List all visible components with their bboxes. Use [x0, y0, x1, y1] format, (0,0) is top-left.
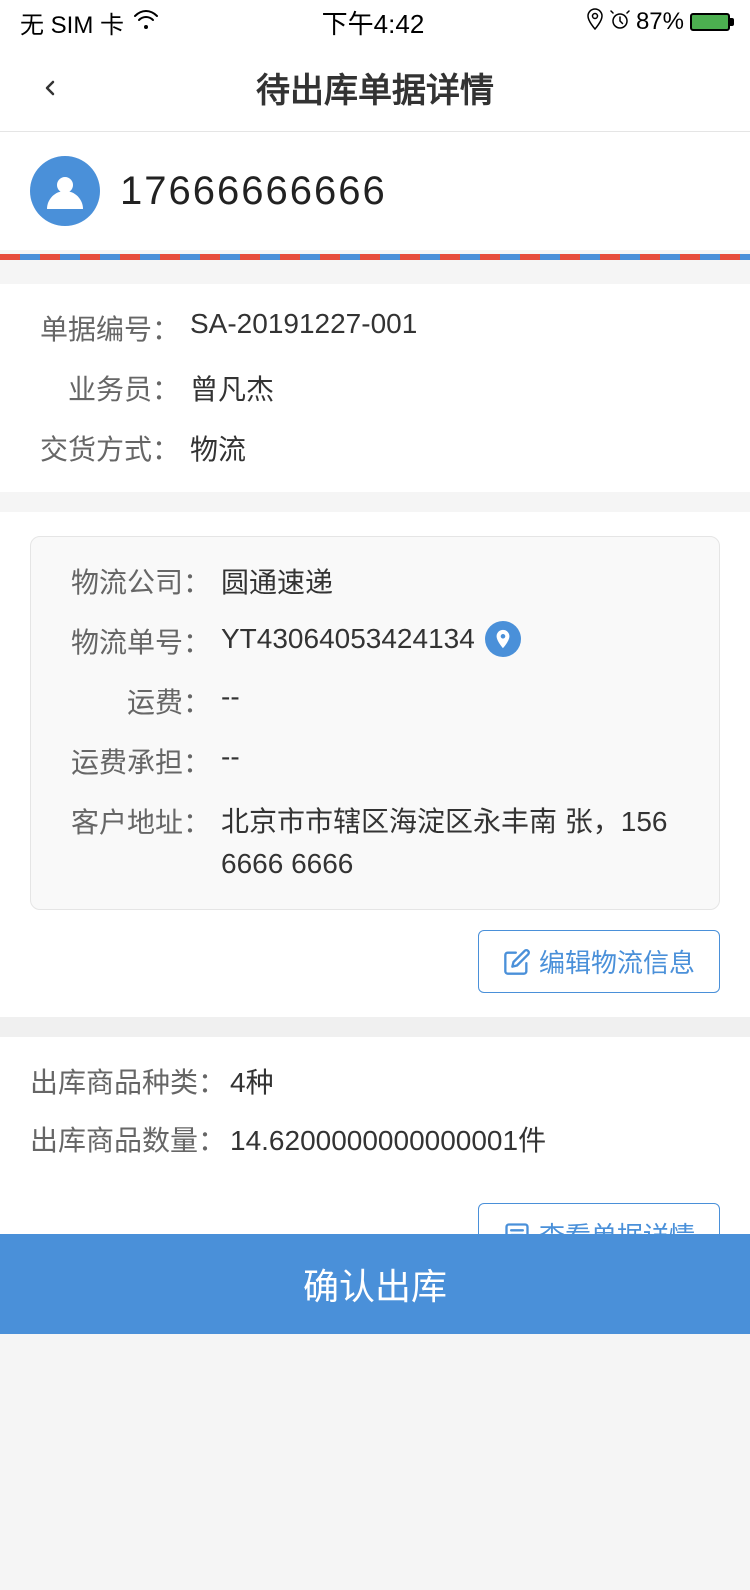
- summary-section: 出库商品种类： 4种 出库商品数量： 14.6200000000000001件: [0, 1037, 750, 1183]
- alarm-icon: [610, 8, 630, 37]
- delivery-method-row: 交货方式： 物流: [30, 428, 720, 468]
- dashed-divider: [0, 254, 750, 260]
- status-bar: 无 SIM 卡 下午4:42 87%: [0, 0, 750, 44]
- address-label: 客户地址：: [61, 801, 221, 841]
- confirm-button-label: 确认出库: [303, 1258, 447, 1310]
- edit-logistics-label: 编辑物流信息: [539, 943, 695, 980]
- sales-person-label: 业务员：: [30, 368, 190, 408]
- basic-info-section: 单据编号： SA-20191227-001 业务员： 曾凡杰 交货方式： 物流: [0, 284, 750, 492]
- freight-label: 运费：: [61, 681, 221, 721]
- main-content: 17666666666 单据编号： SA-20191227-001 业务员： 曾…: [0, 132, 750, 1590]
- logistics-card: 物流公司： 圆通速递 物流单号： YT43064053424134: [30, 536, 720, 910]
- document-number-value: SA-20191227-001: [190, 308, 720, 340]
- freight-bearer-value: --: [221, 741, 689, 773]
- product-types-row: 出库商品种类： 4种: [30, 1061, 720, 1101]
- logistics-inner: 物流公司： 圆通速递 物流单号： YT43064053424134: [31, 561, 719, 885]
- delivery-method-value: 物流: [190, 428, 720, 468]
- tracking-number-value: YT43064053424134: [221, 621, 689, 657]
- document-number-label: 单据编号：: [30, 308, 190, 348]
- product-quantity-label: 出库商品数量：: [30, 1119, 230, 1159]
- delivery-method-label: 交货方式：: [30, 428, 190, 468]
- logistics-company-row: 物流公司： 圆通速递: [61, 561, 689, 601]
- logistics-company-value: 圆通速递: [221, 561, 689, 601]
- freight-value: --: [221, 681, 689, 713]
- confirm-button[interactable]: 确认出库: [0, 1234, 750, 1334]
- product-quantity-value: 14.6200000000000001件: [230, 1119, 720, 1159]
- location-icon: [586, 8, 604, 37]
- sales-person-value: 曾凡杰: [190, 368, 720, 408]
- status-time: 下午4:42: [322, 4, 425, 41]
- section-gap-1: [0, 1017, 750, 1037]
- address-value: 北京市市辖区海淀区永丰南 张，156 6666 6666: [221, 801, 689, 885]
- freight-bearer-label: 运费承担：: [61, 741, 221, 781]
- tracking-number-label: 物流单号：: [61, 621, 221, 661]
- wifi-icon: [132, 8, 160, 36]
- customer-header: 17666666666: [0, 132, 750, 250]
- avatar: [30, 156, 100, 226]
- document-number-row: 单据编号： SA-20191227-001: [30, 308, 720, 348]
- customer-phone: 17666666666: [120, 169, 387, 214]
- edit-btn-wrapper: 编辑物流信息: [0, 910, 750, 993]
- status-right: 87%: [586, 8, 730, 37]
- nav-bar: 待出库单据详情: [0, 44, 750, 132]
- logistics-company-label: 物流公司：: [61, 561, 221, 601]
- product-types-label: 出库商品种类：: [30, 1061, 230, 1101]
- tracking-location-button[interactable]: [485, 621, 521, 657]
- logistics-bottom-padding: [0, 993, 750, 1017]
- freight-bearer-row: 运费承担： --: [61, 741, 689, 781]
- status-left: 无 SIM 卡: [20, 5, 160, 40]
- battery-percent: 87%: [636, 8, 684, 36]
- battery-icon: [690, 13, 730, 31]
- product-quantity-row: 出库商品数量： 14.6200000000000001件: [30, 1119, 720, 1159]
- sales-person-row: 业务员： 曾凡杰: [30, 368, 720, 408]
- address-row: 客户地址： 北京市市辖区海淀区永丰南 张，156 6666 6666: [61, 801, 689, 885]
- back-button[interactable]: [20, 58, 80, 118]
- carrier-label: 无 SIM 卡: [20, 5, 124, 40]
- tracking-number-row: 物流单号： YT43064053424134: [61, 621, 689, 661]
- logistics-section-wrapper: 物流公司： 圆通速递 物流单号： YT43064053424134: [0, 512, 750, 1017]
- freight-row: 运费： --: [61, 681, 689, 721]
- product-types-value: 4种: [230, 1061, 720, 1101]
- edit-logistics-button[interactable]: 编辑物流信息: [478, 930, 720, 993]
- page-title: 待出库单据详情: [256, 63, 494, 112]
